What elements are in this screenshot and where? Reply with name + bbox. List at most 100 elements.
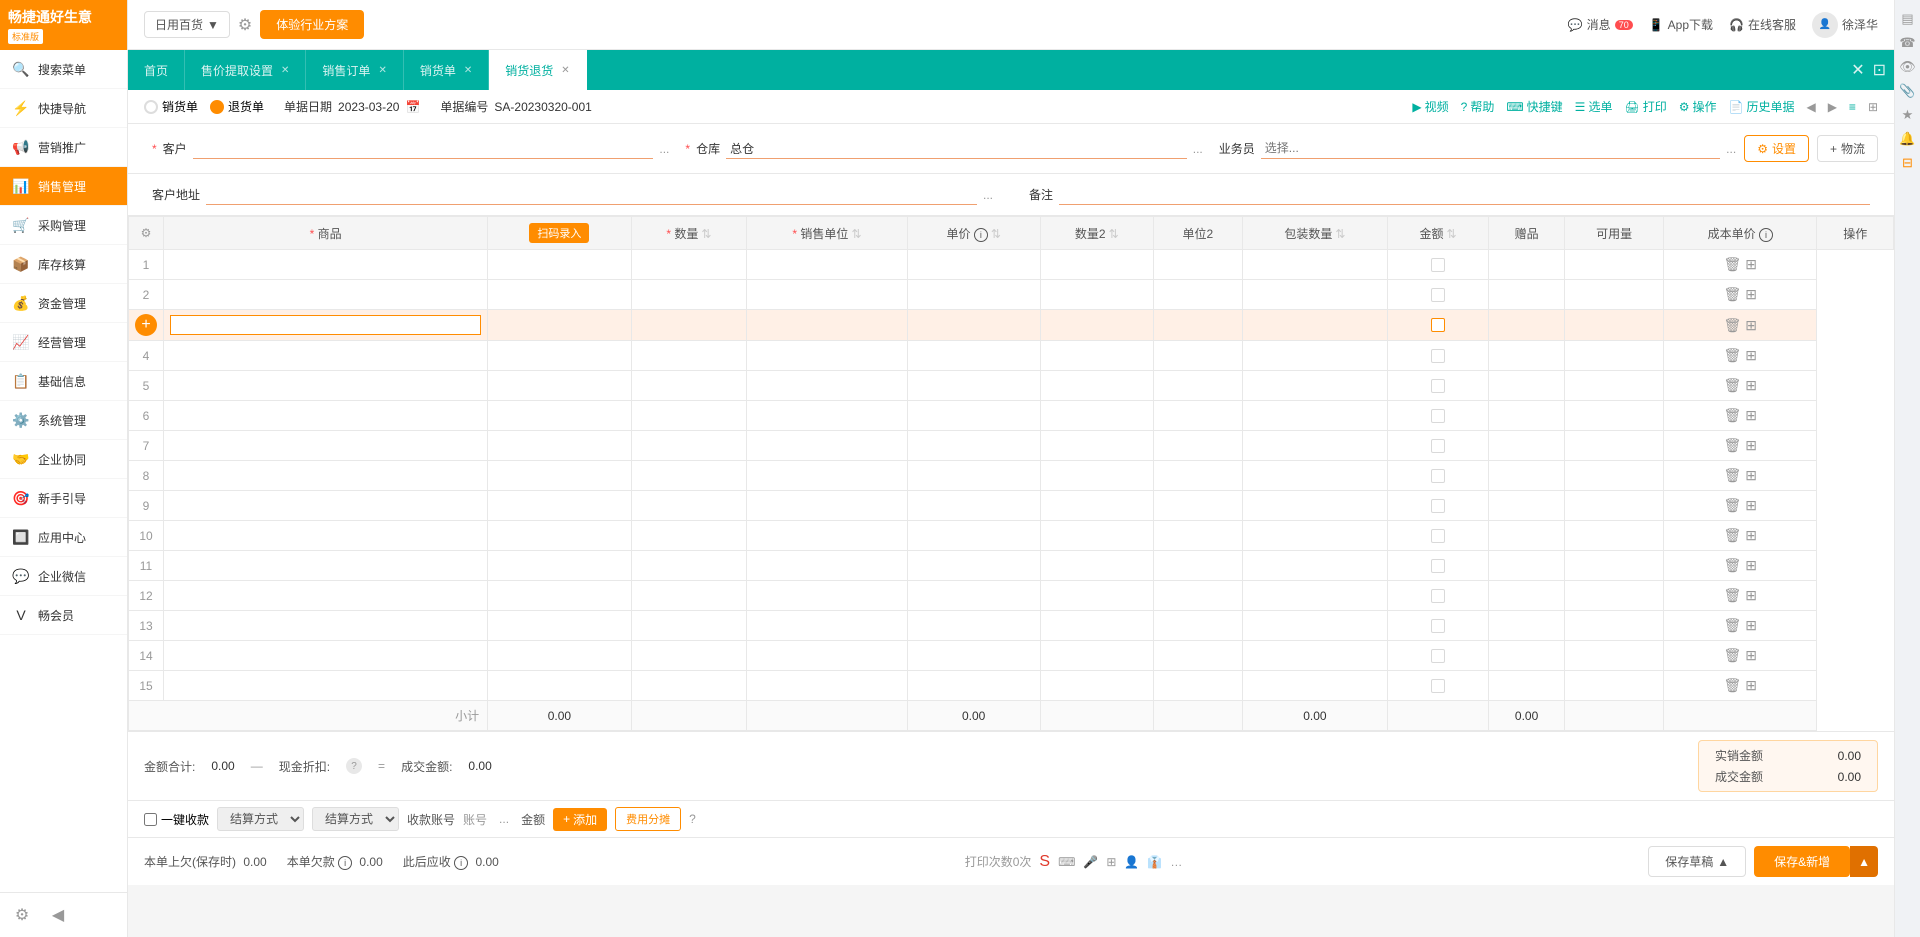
cost-price-cell[interactable]: [1565, 280, 1664, 310]
copy-row-btn[interactable]: ⊞: [1745, 587, 1757, 604]
gift-cell[interactable]: [1388, 461, 1489, 491]
quantity-cell[interactable]: [488, 341, 631, 371]
delete-row-btn[interactable]: 🗑: [1724, 497, 1742, 514]
pack-qty-cell[interactable]: [1153, 491, 1242, 521]
sort-icon[interactable]: ⇅: [1109, 227, 1119, 241]
unit2-cell[interactable]: [1040, 551, 1153, 581]
product-cell[interactable]: [164, 611, 488, 641]
one-click-pay-checkbox[interactable]: 一键收款: [144, 811, 209, 828]
calendar-icon[interactable]: 📅: [405, 100, 420, 114]
tab-close-icon[interactable]: ✕: [561, 65, 569, 76]
product-cell[interactable]: [164, 641, 488, 671]
available-cell[interactable]: [1488, 310, 1564, 341]
grid-icon[interactable]: ⊞: [1106, 855, 1116, 869]
quantity2-cell[interactable]: [907, 341, 1040, 371]
delete-row-btn[interactable]: 🗑: [1724, 407, 1742, 424]
sales-unit-cell[interactable]: [631, 581, 747, 611]
cta-button[interactable]: 体验行业方案: [260, 10, 364, 39]
unit-price-cell[interactable]: [747, 491, 907, 521]
available-cell[interactable]: [1488, 401, 1564, 431]
pack-qty-cell[interactable]: [1153, 310, 1242, 341]
column-settings-icon[interactable]: ⚙: [141, 226, 152, 240]
product-cell[interactable]: [164, 310, 488, 341]
amount-cell[interactable]: [1242, 551, 1387, 581]
product-cell[interactable]: [164, 581, 488, 611]
unit2-cell[interactable]: [1040, 491, 1153, 521]
product-cell[interactable]: [164, 671, 488, 701]
address-input[interactable]: [206, 184, 977, 205]
unit-price-cell[interactable]: [747, 521, 907, 551]
product-cell[interactable]: [164, 551, 488, 581]
quantity2-cell[interactable]: [907, 371, 1040, 401]
rp-btn-7[interactable]: ⊟: [1897, 152, 1919, 174]
pack-qty-cell[interactable]: [1153, 401, 1242, 431]
address-select-btn[interactable]: ...: [983, 188, 993, 202]
customer-input[interactable]: [193, 138, 654, 159]
copy-row-btn[interactable]: ⊞: [1745, 467, 1757, 484]
more-icon[interactable]: …: [1170, 855, 1182, 869]
unit2-cell[interactable]: [1040, 341, 1153, 371]
payment-help-icon[interactable]: ?: [689, 812, 696, 826]
topbar-gear-icon[interactable]: ⚙: [238, 15, 252, 35]
gift-cell[interactable]: [1388, 250, 1489, 280]
cost-price-cell[interactable]: [1565, 491, 1664, 521]
salesperson-select-btn[interactable]: ...: [1726, 142, 1736, 156]
unit-price-cell[interactable]: [747, 431, 907, 461]
quantity2-cell[interactable]: [907, 401, 1040, 431]
add-payment-btn[interactable]: + 添加: [553, 808, 607, 831]
copy-row-btn[interactable]: ⊞: [1745, 677, 1757, 694]
copy-row-btn[interactable]: ⊞: [1745, 437, 1757, 454]
cost-price-cell[interactable]: [1565, 250, 1664, 280]
radio-return[interactable]: 退货单: [210, 98, 264, 115]
delete-row-btn[interactable]: 🗑: [1724, 286, 1742, 303]
unit2-cell[interactable]: [1040, 431, 1153, 461]
pack-qty-cell[interactable]: [1153, 551, 1242, 581]
quantity-cell[interactable]: [488, 491, 631, 521]
available-cell[interactable]: [1488, 521, 1564, 551]
tab-sales-order[interactable]: 销售订单 ✕: [306, 50, 403, 90]
save-dropdown-btn[interactable]: ▲: [1850, 846, 1878, 877]
service-btn[interactable]: 🎧 在线客服: [1729, 16, 1796, 33]
delete-row-btn[interactable]: 🗑: [1724, 587, 1742, 604]
amount-cell[interactable]: [1242, 521, 1387, 551]
clothes-icon[interactable]: 👔: [1147, 855, 1162, 869]
unit2-cell[interactable]: [1040, 310, 1153, 341]
sidebar-item-system[interactable]: ⚙️ 系统管理: [0, 401, 127, 440]
pack-qty-cell[interactable]: [1153, 341, 1242, 371]
quantity2-cell[interactable]: [907, 521, 1040, 551]
amount-cell[interactable]: [1242, 371, 1387, 401]
unit-price-cell[interactable]: [747, 341, 907, 371]
cost-price-cell[interactable]: [1565, 310, 1664, 341]
copy-row-btn[interactable]: ⊞: [1745, 377, 1757, 394]
delete-row-btn[interactable]: 🗑: [1724, 527, 1742, 544]
sidebar-item-weixin[interactable]: 💬 企业微信: [0, 557, 127, 596]
action-print[interactable]: 🖨 打印: [1624, 98, 1666, 115]
unit-price-cell[interactable]: [747, 310, 907, 341]
action-video[interactable]: ▶ 视频: [1412, 98, 1448, 115]
quantity-cell[interactable]: [488, 521, 631, 551]
sales-unit-cell[interactable]: [631, 641, 747, 671]
sales-unit-cell[interactable]: [631, 310, 747, 341]
amount-cell[interactable]: [1242, 461, 1387, 491]
settings-btn[interactable]: ⚙ 设置: [1744, 135, 1809, 162]
customer-select-btn[interactable]: ...: [659, 142, 669, 156]
gift-cell[interactable]: [1388, 431, 1489, 461]
sort-icon[interactable]: ⇅: [1447, 227, 1457, 241]
collapse-btn[interactable]: ◀: [44, 901, 72, 929]
quantity2-cell[interactable]: [907, 641, 1040, 671]
receivable-info-icon[interactable]: i: [454, 856, 468, 870]
product-cell[interactable]: [164, 461, 488, 491]
unit2-cell[interactable]: [1040, 581, 1153, 611]
copy-row-btn[interactable]: ⊞: [1745, 407, 1757, 424]
product-cell[interactable]: [164, 431, 488, 461]
gift-cell[interactable]: [1388, 671, 1489, 701]
quantity-cell[interactable]: [488, 461, 631, 491]
cost-price-cell[interactable]: [1565, 341, 1664, 371]
sidebar-item-operations[interactable]: 📈 经营管理: [0, 323, 127, 362]
view-grid-btn[interactable]: ⊞: [1868, 100, 1878, 114]
cost-price-cell[interactable]: [1565, 581, 1664, 611]
quantity2-cell[interactable]: [907, 551, 1040, 581]
unit2-cell[interactable]: [1040, 641, 1153, 671]
logistics-btn[interactable]: + 物流: [1817, 135, 1878, 162]
cost-price-cell[interactable]: [1565, 521, 1664, 551]
